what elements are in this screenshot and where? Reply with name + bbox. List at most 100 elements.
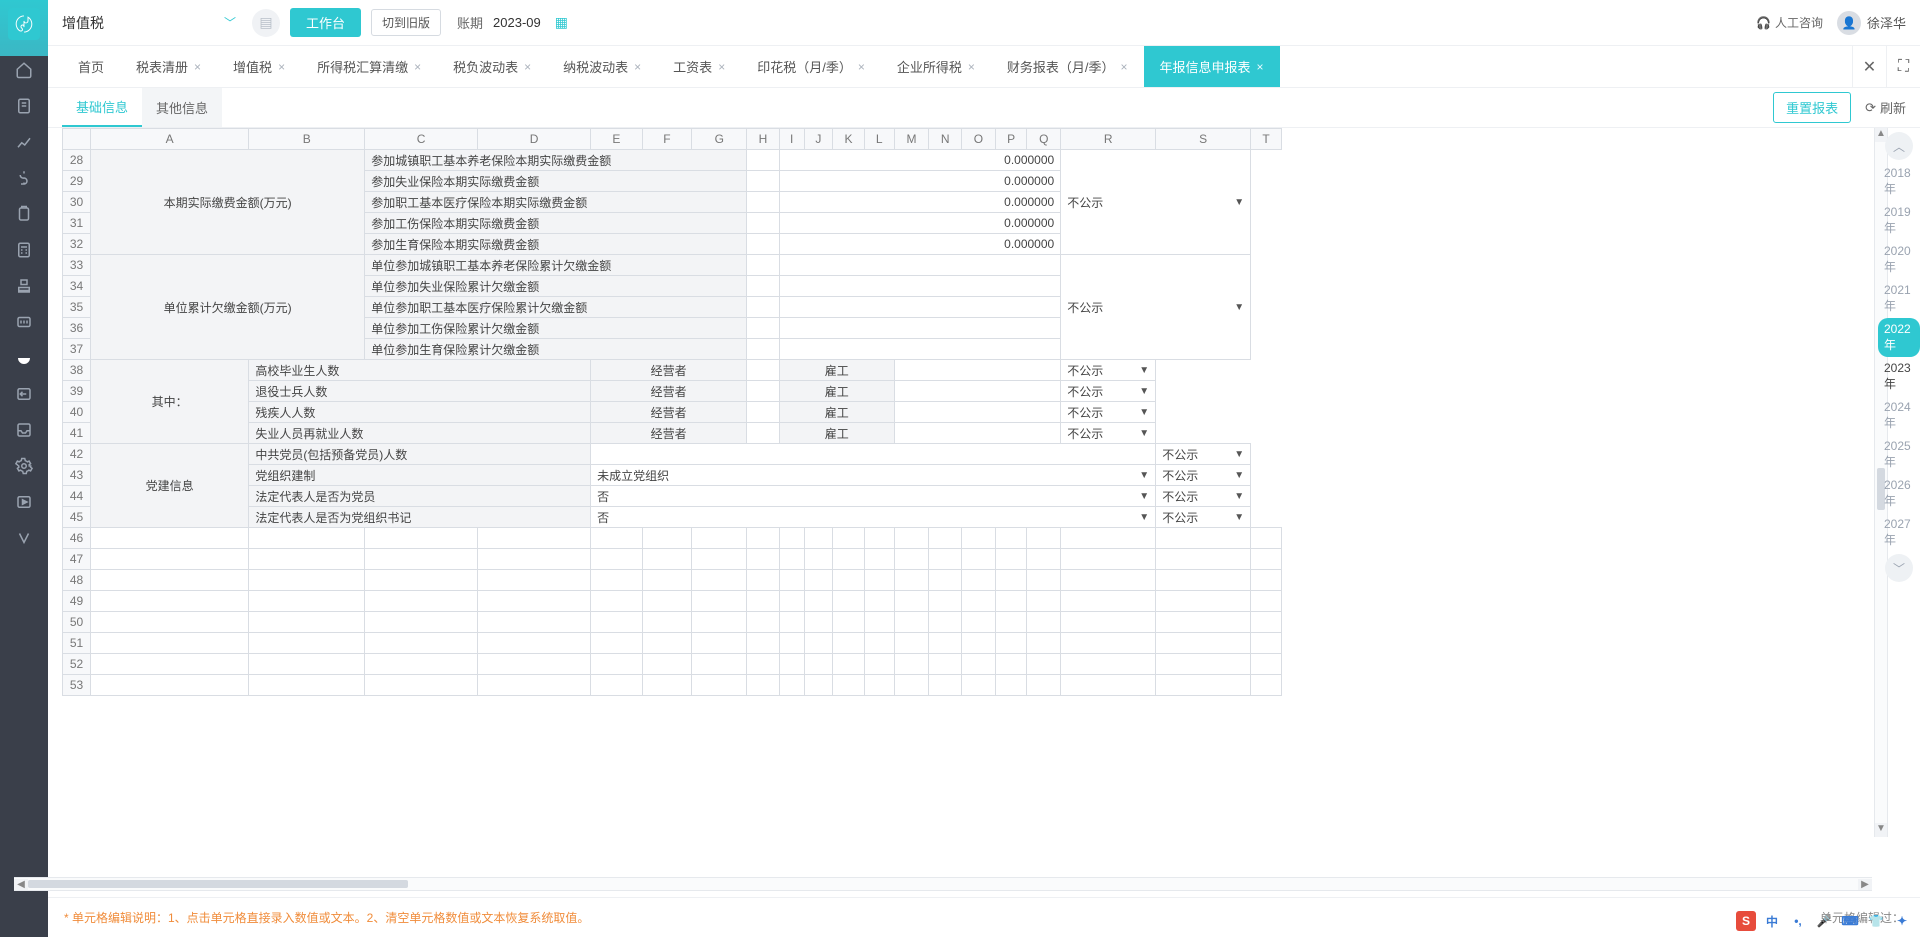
year-item[interactable]: 2022年 <box>1878 318 1920 357</box>
cell[interactable] <box>804 549 833 570</box>
nav-v-icon[interactable] <box>0 520 48 556</box>
module-selector[interactable]: 增值税 ﹀ <box>62 13 242 33</box>
cell[interactable] <box>962 612 996 633</box>
nav-play-icon[interactable] <box>0 484 48 520</box>
cell[interactable]: 0.000000 <box>779 234 1060 255</box>
tab-6[interactable]: 工资表× <box>657 46 741 87</box>
cell[interactable] <box>747 192 780 213</box>
cell[interactable] <box>747 381 780 402</box>
cell[interactable] <box>249 633 365 654</box>
cell[interactable] <box>1061 612 1156 633</box>
cell[interactable] <box>747 318 780 339</box>
cell[interactable] <box>747 570 780 591</box>
cell[interactable] <box>747 591 780 612</box>
cell[interactable] <box>747 612 780 633</box>
cell[interactable] <box>692 528 747 549</box>
cell[interactable] <box>1251 591 1282 612</box>
cell[interactable] <box>365 612 478 633</box>
cell[interactable] <box>1061 675 1156 696</box>
cell[interactable] <box>833 633 865 654</box>
tab-close-icon[interactable]: × <box>1121 60 1128 74</box>
cell[interactable] <box>804 612 833 633</box>
cell[interactable] <box>91 528 249 549</box>
row-number[interactable]: 40 <box>63 402 91 423</box>
cell[interactable]: 不公示▼ <box>1061 381 1156 402</box>
col-header[interactable]: T <box>1251 129 1282 150</box>
nav-chart-icon[interactable] <box>0 124 48 160</box>
cell[interactable] <box>692 675 747 696</box>
cell[interactable] <box>962 549 996 570</box>
cell[interactable] <box>929 549 962 570</box>
cell[interactable] <box>779 591 804 612</box>
col-header[interactable]: B <box>249 129 365 150</box>
row-number[interactable]: 29 <box>63 171 91 192</box>
nav-settings-icon[interactable] <box>0 448 48 484</box>
cell[interactable] <box>833 549 865 570</box>
cell[interactable]: 否▼ <box>591 486 1156 507</box>
cell[interactable] <box>894 360 1061 381</box>
cell[interactable] <box>692 633 747 654</box>
cell[interactable] <box>747 654 780 675</box>
cell[interactable] <box>591 654 642 675</box>
cell[interactable]: 0.000000 <box>779 192 1060 213</box>
cell[interactable]: 退役士兵人数 <box>249 381 591 402</box>
cell[interactable]: 不公示▼ <box>1061 150 1251 255</box>
cell[interactable] <box>249 549 365 570</box>
cell[interactable] <box>929 675 962 696</box>
cell[interactable]: 不公示▼ <box>1061 402 1156 423</box>
cell[interactable] <box>804 633 833 654</box>
cell[interactable] <box>478 675 591 696</box>
cell[interactable]: 不公示▼ <box>1156 444 1251 465</box>
cell[interactable] <box>365 675 478 696</box>
row-number[interactable]: 49 <box>63 591 91 612</box>
cell[interactable] <box>929 654 962 675</box>
cell[interactable]: 雇工 <box>779 381 894 402</box>
cell[interactable] <box>864 633 894 654</box>
cell[interactable]: 单位参加工伤保险累计欠缴金额 <box>365 318 747 339</box>
cell[interactable] <box>894 675 929 696</box>
tab-close-icon[interactable]: × <box>718 60 725 74</box>
cell[interactable]: 法定代表人是否为党员 <box>249 486 591 507</box>
tab-close-icon[interactable]: × <box>858 60 865 74</box>
row-number[interactable]: 33 <box>63 255 91 276</box>
reset-report-button[interactable]: 重置报表 <box>1773 92 1851 123</box>
cell[interactable]: 雇工 <box>779 360 894 381</box>
cell[interactable] <box>91 549 249 570</box>
period-value[interactable]: 2023-09 <box>493 15 541 30</box>
cell[interactable] <box>1251 633 1282 654</box>
cell[interactable] <box>995 612 1027 633</box>
cell[interactable] <box>1027 675 1061 696</box>
cell[interactable] <box>1251 675 1282 696</box>
row-number[interactable]: 45 <box>63 507 91 528</box>
cell[interactable] <box>747 213 780 234</box>
cell[interactable] <box>894 570 929 591</box>
cell[interactable] <box>365 549 478 570</box>
col-header[interactable] <box>63 129 91 150</box>
cell[interactable] <box>929 528 962 549</box>
cell[interactable] <box>929 591 962 612</box>
ime-tool-icon[interactable]: ✦ <box>1892 911 1912 931</box>
cell[interactable] <box>692 612 747 633</box>
cell[interactable] <box>1061 549 1156 570</box>
year-item[interactable]: 2019年 <box>1878 201 1920 240</box>
col-header[interactable]: D <box>478 129 591 150</box>
cell[interactable]: 单位参加失业保险累计欠缴金额 <box>365 276 747 297</box>
col-header[interactable]: S <box>1156 129 1251 150</box>
cell[interactable]: 不公示▼ <box>1156 507 1251 528</box>
cell[interactable] <box>894 633 929 654</box>
cell[interactable] <box>962 675 996 696</box>
row-number[interactable]: 28 <box>63 150 91 171</box>
tab-8[interactable]: 企业所得税× <box>881 46 991 87</box>
cell[interactable]: 雇工 <box>779 423 894 444</box>
cell[interactable] <box>91 675 249 696</box>
cell[interactable] <box>962 654 996 675</box>
cell[interactable] <box>591 570 642 591</box>
cell[interactable] <box>833 528 865 549</box>
cell[interactable] <box>249 570 365 591</box>
cell[interactable] <box>995 591 1027 612</box>
cell[interactable] <box>1061 654 1156 675</box>
year-item[interactable]: 2020年 <box>1878 240 1920 279</box>
cell[interactable] <box>747 297 780 318</box>
cell[interactable]: 经营者 <box>591 402 747 423</box>
tab-close-icon[interactable]: × <box>524 60 531 74</box>
